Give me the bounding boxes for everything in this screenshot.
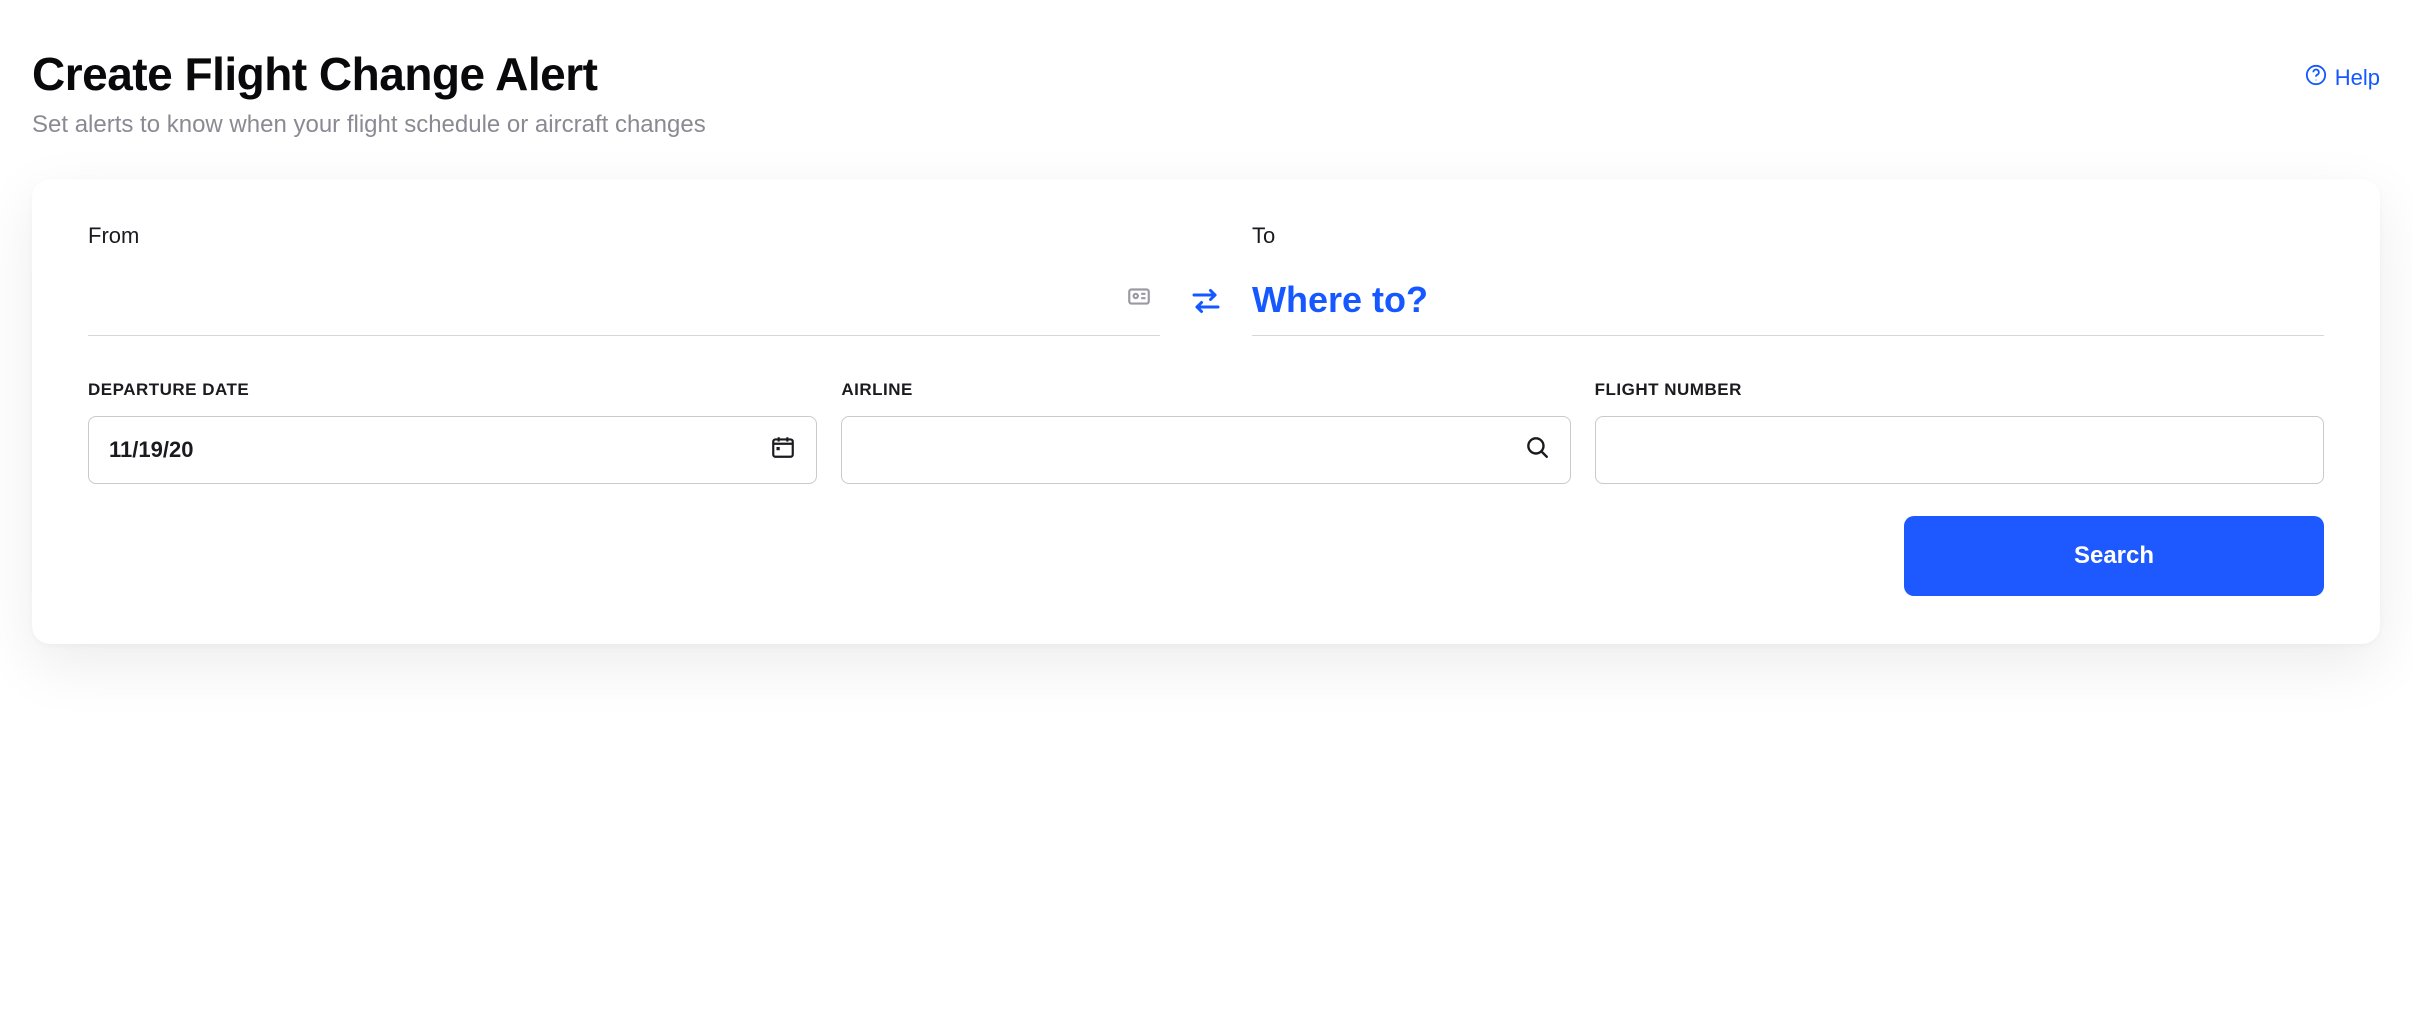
- from-to-row: From: [88, 223, 2324, 336]
- to-input-wrap: [1252, 279, 2324, 336]
- calendar-icon[interactable]: [770, 434, 796, 465]
- swap-arrows-icon: [1188, 283, 1224, 324]
- flight-number-input-wrap: [1595, 416, 2324, 484]
- help-link-label: Help: [2335, 65, 2380, 91]
- flight-number-label: FLIGHT NUMBER: [1595, 380, 2324, 400]
- airline-col: AIRLINE: [841, 380, 1570, 484]
- search-card: From: [32, 179, 2380, 644]
- search-icon[interactable]: [1524, 434, 1550, 465]
- page-subtitle: Set alerts to know when your flight sche…: [32, 111, 706, 139]
- from-input-wrap: [88, 279, 1160, 336]
- airline-input[interactable]: [862, 437, 1549, 463]
- airline-input-wrap: [841, 416, 1570, 484]
- from-field: From: [88, 223, 1160, 336]
- page-header: Create Flight Change Alert Set alerts to…: [32, 48, 2380, 139]
- title-block: Create Flight Change Alert Set alerts to…: [32, 48, 706, 139]
- departure-date-input[interactable]: [109, 437, 796, 463]
- help-link[interactable]: Help: [2305, 64, 2380, 92]
- airline-label: AIRLINE: [841, 380, 1570, 400]
- details-row: DEPARTURE DATE AIRLINE: [88, 380, 2324, 484]
- departure-date-col: DEPARTURE DATE: [88, 380, 817, 484]
- flight-number-input[interactable]: [1616, 437, 2303, 463]
- flight-number-col: FLIGHT NUMBER: [1595, 380, 2324, 484]
- departure-date-input-wrap: [88, 416, 817, 484]
- id-card-icon[interactable]: [1126, 283, 1152, 314]
- to-input[interactable]: [1252, 279, 2324, 321]
- search-button[interactable]: Search: [1904, 516, 2324, 596]
- from-label: From: [88, 223, 1160, 249]
- actions-row: Search: [88, 516, 2324, 596]
- help-circle-icon: [2305, 64, 2327, 92]
- to-label: To: [1252, 223, 2324, 249]
- departure-date-label: DEPARTURE DATE: [88, 380, 817, 400]
- to-field: To: [1252, 223, 2324, 336]
- page-title: Create Flight Change Alert: [32, 48, 706, 101]
- swap-from-to-button[interactable]: [1184, 282, 1228, 326]
- from-input[interactable]: [88, 279, 1160, 321]
